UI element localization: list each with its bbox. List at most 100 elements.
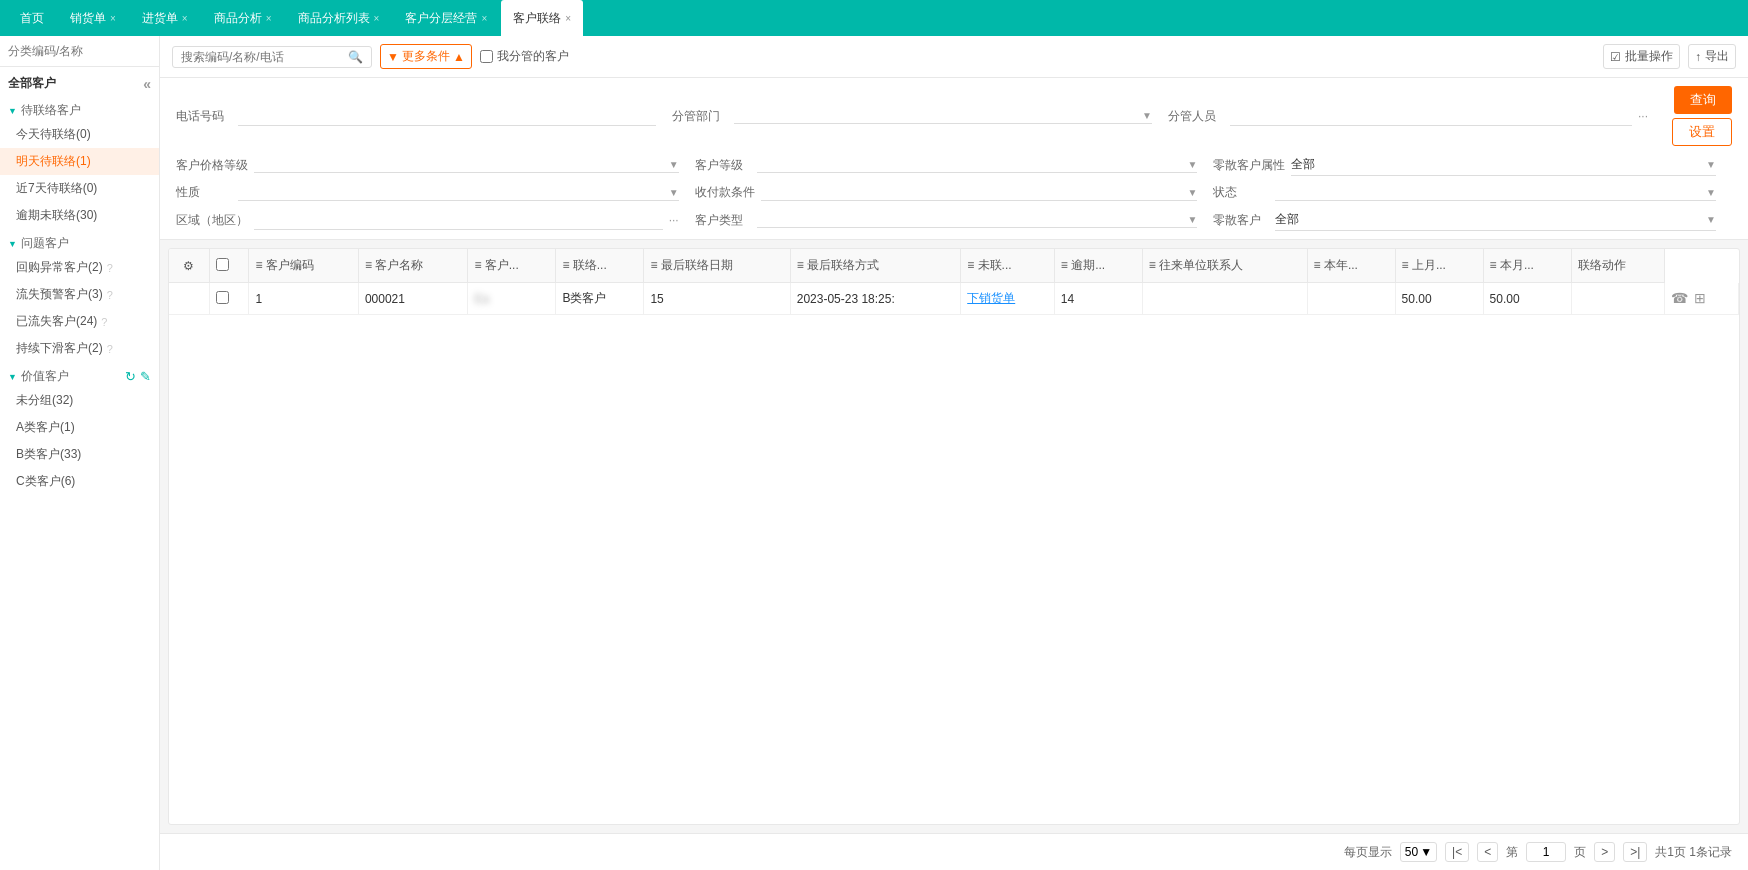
row-this-month <box>1571 283 1665 315</box>
sidebar-item-churned[interactable]: 已流失客户(24) ? <box>0 308 159 335</box>
sidebar-search-input[interactable] <box>8 44 158 58</box>
payment-dropdown-icon: ▼ <box>1187 187 1197 198</box>
filter-status-select[interactable]: ▼ <box>1275 185 1716 201</box>
filter-cell-manager: 分管人员 ··· <box>1168 107 1664 126</box>
close-stratify-icon[interactable]: × <box>481 13 487 24</box>
nav-home[interactable]: 首页 <box>8 0 56 36</box>
row-contact-count: 15 <box>644 283 790 315</box>
table-area: ⚙ ≡ 客户编码 ≡ 客户名称 ≡ 客户... ≡ 联络... ≡ 最后联络日期… <box>168 248 1740 825</box>
table-col-this-year[interactable]: ≡ 本年... <box>1307 249 1395 283</box>
close-sales-icon[interactable]: × <box>110 13 116 24</box>
page-size-select[interactable]: 50 ▼ <box>1400 842 1437 862</box>
select-all-checkbox[interactable] <box>216 258 229 271</box>
table-col-last-date[interactable]: ≡ 最后联络日期 <box>644 249 790 283</box>
search-input[interactable] <box>181 50 344 64</box>
close-contact-icon[interactable]: × <box>565 13 571 24</box>
filter-cell-status: 状态 ▼ <box>1213 184 1732 201</box>
first-page-btn[interactable]: |< <box>1445 842 1469 862</box>
sidebar-item-7days[interactable]: 近7天待联络(0) <box>0 175 159 202</box>
prev-page-btn[interactable]: < <box>1477 842 1498 862</box>
sidebar-item-today[interactable]: 今天待联络(0) <box>0 121 159 148</box>
filter-cell-dept: 分管部门 ▼ <box>672 108 1168 125</box>
close-product-list-icon[interactable]: × <box>374 13 380 24</box>
filter-dept-select[interactable]: ▼ <box>734 108 1152 124</box>
batch-ops-btn[interactable]: ☑ 批量操作 <box>1603 44 1680 69</box>
value-group-edit-icon[interactable]: ✎ <box>140 369 151 384</box>
filter-region-input[interactable] <box>254 211 663 230</box>
region-ellipsis-icon[interactable]: ··· <box>669 213 679 227</box>
filter-cell-level: 客户等级 ▼ <box>695 157 1214 174</box>
sidebar-collapse-btn[interactable]: « <box>143 76 151 92</box>
filter-gender-select[interactable]: ▼ <box>238 185 679 201</box>
export-icon: ↑ <box>1695 50 1701 64</box>
table-col-last-month[interactable]: ≡ 上月... <box>1395 249 1483 283</box>
table-col-contact-person[interactable]: ≡ 往来单位联系人 <box>1142 249 1307 283</box>
table-col-type[interactable]: ≡ 客户... <box>468 249 556 283</box>
sidebar-item-ungrouped[interactable]: 未分组(32) <box>0 387 159 414</box>
sidebar-item-declining[interactable]: 持续下滑客户(2) ? <box>0 335 159 362</box>
table-gear-col[interactable]: ⚙ <box>169 249 209 283</box>
sidebar: 🔍 全部客户 « 待联络客户 今天待联络(0) 明天待联络(1) 近7天待联络(… <box>0 36 160 870</box>
next-page-btn[interactable]: > <box>1594 842 1615 862</box>
nav-purchase[interactable]: 进货单 × <box>130 0 200 36</box>
filter-cell-cust-type: 客户类型 ▼ <box>695 212 1214 229</box>
row-checkbox[interactable] <box>216 291 229 304</box>
sidebar-item-overdue[interactable]: 逾期未联络(30) <box>0 202 159 229</box>
sidebar-item-tomorrow[interactable]: 明天待联络(1) <box>0 148 159 175</box>
filter-retail-cust-select[interactable]: 全部 ▼ <box>1275 209 1716 231</box>
table-col-this-month[interactable]: ≡ 本月... <box>1483 249 1571 283</box>
action-phone-icon[interactable]: ☎ <box>1671 290 1688 306</box>
data-table: ⚙ ≡ 客户编码 ≡ 客户名称 ≡ 客户... ≡ 联络... ≡ 最后联络日期… <box>169 249 1739 315</box>
nav-product-analysis[interactable]: 商品分析 × <box>202 0 284 36</box>
value-group-refresh-icon[interactable]: ↻ <box>125 369 136 384</box>
nav-customer-stratify[interactable]: 客户分层经营 × <box>393 0 499 36</box>
table-col-name[interactable]: ≡ 客户名称 <box>358 249 468 283</box>
filter-payment-select[interactable]: ▼ <box>761 185 1198 201</box>
export-btn[interactable]: ↑ 导出 <box>1688 44 1736 69</box>
pagination: 每页显示 50 ▼ |< < 第 页 > >| 共1页 1条记录 <box>160 833 1748 870</box>
filter-cust-type-select[interactable]: ▼ <box>757 212 1198 228</box>
sidebar-item-churn-warning[interactable]: 流失预警客户(3) ? <box>0 281 159 308</box>
table-col-code[interactable]: ≡ 客户编码 <box>249 249 359 283</box>
my-customers-checkbox[interactable] <box>480 50 493 63</box>
filter-level-select[interactable]: ▼ <box>757 157 1198 173</box>
table-col-last-type[interactable]: ≡ 最后联络方式 <box>790 249 961 283</box>
nav-sales[interactable]: 销货单 × <box>58 0 128 36</box>
close-product-analysis-icon[interactable]: × <box>266 13 272 24</box>
group-problem-customers: 问题客户 <box>0 229 159 254</box>
sidebar-item-abnormal-repurchase[interactable]: 回购异常客户(2) ? <box>0 254 159 281</box>
filter-manager-input[interactable] <box>1230 107 1632 126</box>
page-input[interactable] <box>1526 842 1566 862</box>
settings-btn[interactable]: 设置 <box>1672 118 1732 146</box>
filter-value-level-select[interactable]: ▼ <box>254 157 679 173</box>
action-more-icon[interactable]: ⊞ <box>1694 290 1706 306</box>
sidebar-item-class-b[interactable]: B类客户(33) <box>0 441 159 468</box>
table-col-contact-count[interactable]: ≡ 联络... <box>556 249 644 283</box>
filter-row-1: 电话号码 分管部门 ▼ 分管人员 ··· 查询 设置 <box>176 86 1732 146</box>
sidebar-item-class-c[interactable]: C类客户(6) <box>0 468 159 495</box>
table-col-no-contact[interactable]: ≡ 未联... <box>961 249 1055 283</box>
sidebar-item-class-a[interactable]: A类客户(1) <box>0 414 159 441</box>
manager-ellipsis-icon[interactable]: ··· <box>1638 109 1648 123</box>
table-col-overdue[interactable]: ≡ 逾期... <box>1054 249 1142 283</box>
table-col-actions: 联络动作 <box>1571 249 1665 283</box>
row-overdue <box>1142 283 1307 315</box>
query-btn[interactable]: 查询 <box>1674 86 1732 114</box>
filter-phone-input[interactable] <box>238 107 656 126</box>
row-last-type: 下销货单 <box>961 283 1055 315</box>
main-layout: 🔍 全部客户 « 待联络客户 今天待联络(0) 明天待联络(1) 近7天待联络(… <box>0 36 1748 870</box>
close-purchase-icon[interactable]: × <box>182 13 188 24</box>
last-page-btn[interactable]: >| <box>1623 842 1647 862</box>
help-icon-3: ? <box>101 316 107 328</box>
nav-product-list[interactable]: 商品分析列表 × <box>286 0 392 36</box>
cust-type-dropdown-icon: ▼ <box>1187 214 1197 225</box>
dept-dropdown-icon: ▼ <box>1142 110 1152 121</box>
row-actions: ☎ ⊞ <box>1665 283 1739 315</box>
filter-row-4: 区域（地区） ··· 客户类型 ▼ 零散客户 全部 ▼ <box>176 209 1732 231</box>
search-submit-icon[interactable]: 🔍 <box>348 50 363 64</box>
nav-customer-contact[interactable]: 客户联络 × <box>501 0 583 36</box>
search-bar-right: ☑ 批量操作 ↑ 导出 <box>1603 44 1736 69</box>
my-customers-label[interactable]: 我分管的客户 <box>480 48 569 65</box>
filter-retail-attr-select[interactable]: 全部 ▼ <box>1291 154 1716 176</box>
more-conditions-btn[interactable]: ▼ 更多条件 ▲ <box>380 44 472 69</box>
